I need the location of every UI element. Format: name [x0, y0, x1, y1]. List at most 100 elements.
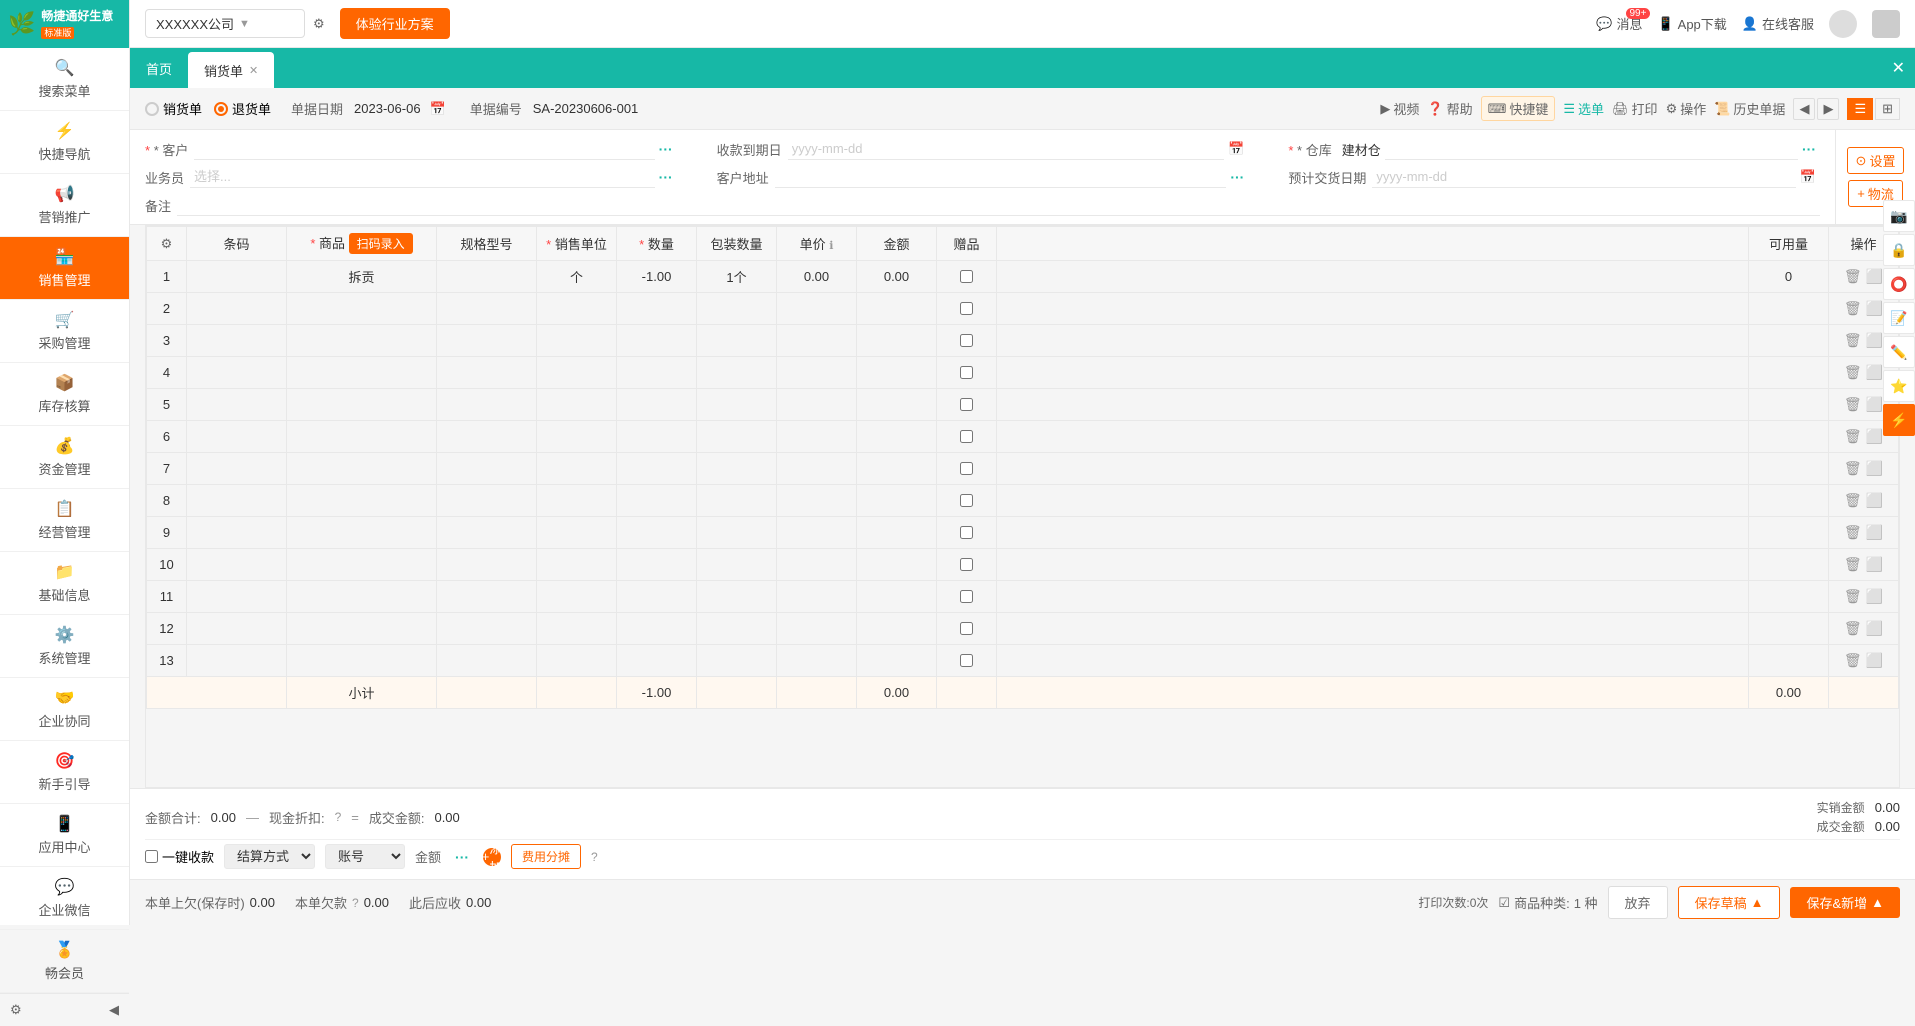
- delivery-date-input[interactable]: [1372, 166, 1795, 188]
- add-payment-btn[interactable]: + 添加: [483, 848, 501, 866]
- row-price[interactable]: 0.00: [777, 261, 857, 293]
- sidebar-item-apps[interactable]: 📱 应用中心: [0, 804, 129, 867]
- sidebar-item-quick-nav[interactable]: ⚡ 快捷导航: [0, 111, 129, 174]
- sidebar-collapse-btn[interactable]: ◀: [109, 1002, 119, 1018]
- radio-return-order[interactable]: 退货单: [214, 99, 271, 118]
- warehouse-more-btn[interactable]: ···: [1798, 141, 1820, 157]
- warehouse-input[interactable]: [1385, 138, 1798, 160]
- video-btn[interactable]: ▶ 视频: [1380, 99, 1419, 118]
- copy-icon[interactable]: ⬜: [1866, 524, 1883, 541]
- copy-icon[interactable]: ⬜: [1866, 652, 1883, 669]
- delete-icon[interactable]: 🗑: [1844, 428, 1862, 445]
- sidebar-item-sales[interactable]: 🏪 销售管理: [0, 237, 129, 300]
- row-barcode[interactable]: [187, 293, 287, 325]
- float-btn-circle[interactable]: ⭕: [1883, 268, 1915, 300]
- sidebar-settings-btn[interactable]: ⚙: [10, 1002, 22, 1018]
- one-click-checkbox[interactable]: [145, 850, 158, 863]
- sidebar-item-collab[interactable]: 🤝 企业协同: [0, 678, 129, 741]
- sidebar-item-search[interactable]: 🔍 搜索菜单: [0, 48, 129, 111]
- list-view-btn[interactable]: ☰: [1847, 98, 1873, 120]
- copy-icon[interactable]: ⬜: [1866, 396, 1883, 413]
- app-download-button[interactable]: 📱 App下载: [1657, 14, 1726, 33]
- row-product[interactable]: [287, 293, 437, 325]
- close-window-btn[interactable]: ✕: [1892, 58, 1905, 78]
- row-pkg[interactable]: [697, 293, 777, 325]
- radio-sales-order[interactable]: 销货单: [145, 99, 202, 118]
- salesperson-input[interactable]: [190, 166, 655, 188]
- payment-date-cal-icon[interactable]: 📅: [1224, 141, 1248, 157]
- copy-icon[interactable]: ⬜: [1866, 460, 1883, 477]
- abandon-button[interactable]: 放弃: [1608, 886, 1668, 919]
- online-service-button[interactable]: 👤 在线客服: [1742, 14, 1814, 33]
- delete-icon[interactable]: 🗑: [1844, 588, 1862, 605]
- delete-icon[interactable]: 🗑: [1844, 524, 1862, 541]
- float-btn-camera[interactable]: 📷: [1883, 200, 1915, 232]
- help-btn[interactable]: ❓ 帮助: [1427, 99, 1472, 118]
- copy-icon[interactable]: ⬜: [1866, 364, 1883, 381]
- gift-checkbox[interactable]: [960, 270, 973, 283]
- calendar-icon[interactable]: 📅: [426, 101, 450, 117]
- delete-icon[interactable]: 🗑: [1844, 396, 1862, 413]
- copy-icon[interactable]: ⬜: [1866, 332, 1883, 349]
- sidebar-item-finance[interactable]: 💰 资金管理: [0, 426, 129, 489]
- sidebar-item-inventory[interactable]: 📦 库存核算: [0, 363, 129, 426]
- settings-button[interactable]: ⊙ 设置: [1847, 147, 1905, 174]
- copy-icon[interactable]: ⬜: [1866, 556, 1883, 573]
- float-btn-star[interactable]: ⭐: [1883, 370, 1915, 402]
- row-price[interactable]: [777, 293, 857, 325]
- gift-checkbox[interactable]: [960, 302, 973, 315]
- delete-icon[interactable]: 🗑: [1844, 332, 1862, 349]
- sidebar-item-purchase[interactable]: 🛒 采购管理: [0, 300, 129, 363]
- customer-input[interactable]: [194, 138, 654, 160]
- delete-icon[interactable]: 🗑: [1844, 300, 1862, 317]
- copy-icon[interactable]: ⬜: [1866, 300, 1883, 317]
- history-btn[interactable]: 📜 历史单据: [1714, 99, 1785, 118]
- trial-button[interactable]: 体验行业方案: [340, 8, 450, 39]
- settings-icon[interactable]: ⚙: [313, 16, 325, 32]
- delete-icon[interactable]: 🗑: [1844, 556, 1862, 573]
- grid-view-btn[interactable]: ⊞: [1875, 98, 1900, 120]
- avatar[interactable]: [1829, 10, 1857, 38]
- delete-icon[interactable]: 🗑: [1844, 652, 1862, 669]
- delete-icon[interactable]: 🗑: [1844, 620, 1862, 637]
- account-select[interactable]: 账号: [325, 844, 405, 869]
- row-remark[interactable]: [997, 261, 1749, 293]
- owe-help-icon[interactable]: ?: [352, 896, 359, 910]
- copy-icon[interactable]: ⬜: [1866, 428, 1883, 445]
- float-btn-lock[interactable]: 🔒: [1883, 234, 1915, 266]
- payment-more-btn[interactable]: ···: [451, 849, 473, 865]
- settlement-method-select[interactable]: 结算方式: [224, 844, 315, 869]
- addr-more-btn[interactable]: ···: [1226, 169, 1248, 185]
- prev-btn[interactable]: ◀: [1793, 98, 1815, 120]
- row-qty[interactable]: [617, 293, 697, 325]
- delivery-cal-icon[interactable]: 📅: [1796, 169, 1820, 185]
- row-spec[interactable]: [437, 261, 537, 293]
- sidebar-item-wechat[interactable]: 💬 企业微信: [0, 867, 129, 930]
- copy-icon[interactable]: ⬜: [1866, 268, 1883, 285]
- print-btn[interactable]: 🖨 打印: [1612, 99, 1658, 118]
- delete-icon[interactable]: 🗑: [1844, 364, 1862, 381]
- row-unit[interactable]: [537, 293, 617, 325]
- delete-icon[interactable]: 🗑: [1844, 492, 1862, 509]
- customer-more-btn[interactable]: ···: [655, 141, 677, 157]
- copy-icon[interactable]: ⬜: [1866, 492, 1883, 509]
- price-info-icon[interactable]: ℹ: [829, 240, 833, 252]
- company-selector[interactable]: XXXXXX公司 ▼: [145, 9, 305, 38]
- float-btn-edit[interactable]: ✏️: [1883, 336, 1915, 368]
- sidebar-item-operations[interactable]: 📋 经营管理: [0, 489, 129, 552]
- sidebar-item-member[interactable]: 🏅 畅会员: [0, 930, 129, 993]
- delete-icon[interactable]: 🗑: [1844, 268, 1862, 285]
- float-btn-note[interactable]: 📝: [1883, 302, 1915, 334]
- shortcut-btn[interactable]: ⌨ 快捷键: [1481, 96, 1556, 121]
- copy-icon[interactable]: ⬜: [1866, 588, 1883, 605]
- tab-sales-order[interactable]: 销货单 ✕: [188, 52, 274, 88]
- copy-icon[interactable]: ⬜: [1866, 620, 1883, 637]
- note-input[interactable]: [177, 194, 1820, 216]
- float-btn-orange[interactable]: ⚡: [1883, 404, 1915, 436]
- expense-split-btn[interactable]: 费用分摊: [511, 844, 581, 869]
- table-config-icon[interactable]: ⚙: [161, 236, 173, 251]
- sidebar-item-basic-info[interactable]: 📁 基础信息: [0, 552, 129, 615]
- tab-close-icon[interactable]: ✕: [249, 64, 258, 77]
- expense-help-icon[interactable]: ?: [591, 850, 598, 864]
- user-menu[interactable]: [1872, 10, 1900, 38]
